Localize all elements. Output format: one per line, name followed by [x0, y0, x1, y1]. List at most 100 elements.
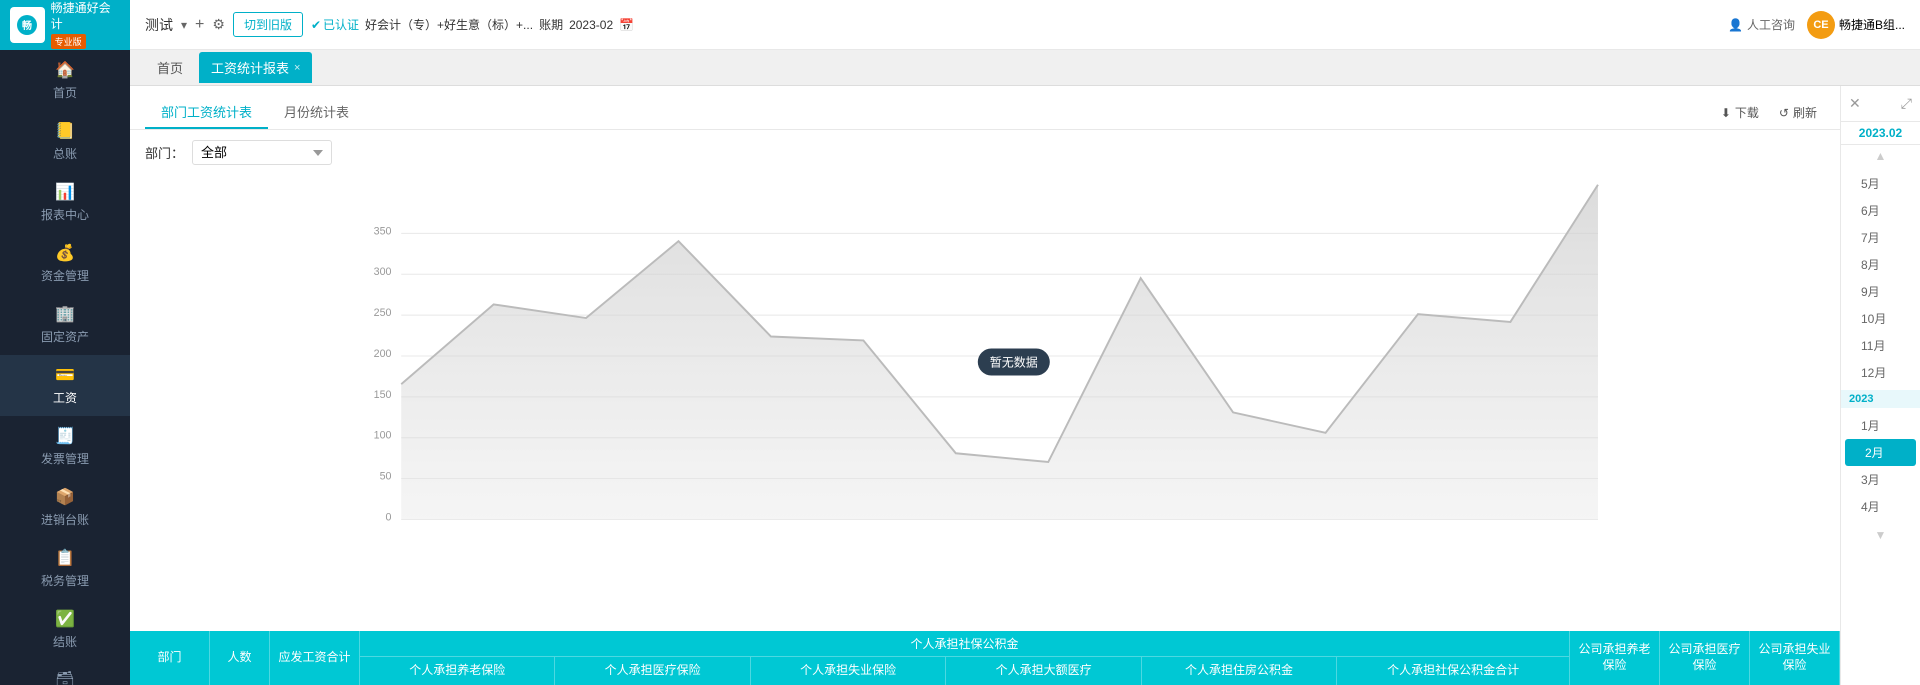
date-panel: ✕ ⤢ 2023.02 ▲ 5月 6月 7月 8月 9月 10月 11月 12月: [1840, 86, 1920, 685]
sidebar-item-assets[interactable]: 🏢 固定资产: [0, 294, 130, 355]
year-2023-section: 1月 2月 3月 4月: [1841, 408, 1920, 524]
dept-select[interactable]: 全部 行政部 技术部 销售部: [192, 140, 332, 165]
sidebar-label-reports: 报表中心: [41, 206, 89, 223]
sidebar-item-salary[interactable]: 💳 工资: [0, 355, 130, 416]
month-2022-9[interactable]: 9月: [1841, 278, 1920, 305]
company-name: 测试: [145, 15, 173, 35]
header-right: 👤 人工咨询 CE 畅捷通B组...: [1728, 11, 1905, 39]
company-dropdown[interactable]: ▾: [181, 18, 187, 32]
period-value[interactable]: 2023-02: [569, 18, 613, 32]
th-personal-pension: 个人承担养老保险: [360, 657, 555, 685]
reports-icon: 📊: [55, 182, 75, 202]
tabs-bar: 首页 工资统计报表 ×: [130, 50, 1920, 86]
sidebar-label-salary: 工资: [53, 389, 77, 406]
month-2022-8[interactable]: 8月: [1841, 251, 1920, 278]
main-content: 测试 ▾ + ⚙ 切到旧版 ✔ 已认证 好会计（专）+好生意（标）+... 账期…: [130, 0, 1920, 685]
year-2022-section: 5月 6月 7月 8月 9月 10月 11月 12月: [1841, 166, 1920, 390]
invoice-icon: 🧾: [55, 426, 75, 446]
th-personal-housing-fund: 个人承担住房公积金: [1142, 657, 1337, 685]
year-2023-label[interactable]: 2023: [1841, 390, 1920, 408]
sidebar-item-tax[interactable]: 📋 税务管理: [0, 538, 130, 599]
svg-text:50: 50: [380, 471, 392, 483]
archive-icon: 🗃: [55, 670, 75, 685]
settle-icon: ✅: [55, 609, 75, 629]
switch-old-version-button[interactable]: 切到旧版: [233, 12, 303, 37]
month-2022-5[interactable]: 5月: [1841, 170, 1920, 197]
tab-home-label: 首页: [157, 58, 183, 77]
sidebar-item-reports[interactable]: 📊 报表中心: [0, 172, 130, 233]
add-company-button[interactable]: +: [195, 16, 204, 34]
refresh-button[interactable]: ↺ 刷新: [1771, 100, 1825, 125]
th-personal-major-medical: 个人承担大额医疗: [946, 657, 1141, 685]
sub-tab-month-stats[interactable]: 月份统计表: [268, 96, 365, 129]
month-2022-10[interactable]: 10月: [1841, 305, 1920, 332]
sidebar: 畅 畅捷通好会计 专业版 🏠 首页 📒 总账 📊 报表中心 💰 资金管理 🏢 固…: [0, 0, 130, 685]
chart-tooltip: 暂无数据: [978, 349, 1050, 376]
ledger-icon: 📒: [55, 121, 75, 141]
svg-text:0: 0: [386, 511, 392, 523]
product-tags: 好会计（专）+好生意（标）+...: [365, 16, 533, 33]
date-panel-header: ✕ ⤢: [1841, 86, 1920, 122]
funds-icon: 💰: [55, 243, 75, 263]
dept-filter-label: 部门：: [145, 143, 184, 162]
sidebar-item-ledger[interactable]: 📒 总账: [0, 111, 130, 172]
month-2023-2[interactable]: 2月: [1845, 439, 1916, 466]
svg-text:100: 100: [374, 430, 392, 442]
month-2022-6[interactable]: 6月: [1841, 197, 1920, 224]
th-company-pension: 公司承担养老保险: [1570, 631, 1660, 685]
month-2023-1[interactable]: 1月: [1841, 412, 1920, 439]
month-2023-4[interactable]: 4月: [1841, 493, 1920, 520]
sidebar-item-purchase[interactable]: 📦 进销台账: [0, 477, 130, 538]
sidebar-label-assets: 固定资产: [41, 328, 89, 345]
date-scroll-down[interactable]: ▼: [1841, 524, 1920, 545]
sub-tab-dept-stats[interactable]: 部门工资统计表: [145, 96, 268, 129]
svg-text:300: 300: [374, 266, 392, 278]
table-header: 部门 人数 应发工资合计 个人承担社保公积金 个人承担养老保险: [130, 631, 1840, 685]
main-panel: 部门工资统计表 月份统计表 ⬇ 下载 ↺ 刷新 部门： 全部: [130, 86, 1840, 685]
month-2022-12[interactable]: 12月: [1841, 359, 1920, 386]
download-icon: ⬇: [1721, 106, 1731, 120]
chart-container: 0 50 100 150 200 250 300 350: [145, 175, 1825, 535]
th-count: 人数: [210, 631, 270, 685]
svg-text:150: 150: [374, 389, 392, 401]
tab-close-button[interactable]: ×: [294, 62, 300, 74]
sidebar-item-invoice[interactable]: 🧾 发票管理: [0, 416, 130, 477]
sidebar-label-purchase: 进销台账: [41, 511, 89, 528]
down-arrow-icon: ▼: [1875, 528, 1887, 542]
month-2023-3[interactable]: 3月: [1841, 466, 1920, 493]
purchase-icon: 📦: [55, 487, 75, 507]
month-2022-11[interactable]: 11月: [1841, 332, 1920, 359]
sub-tabs: 部门工资统计表 月份统计表 ⬇ 下载 ↺ 刷新: [130, 86, 1840, 130]
certified-icon: ✔: [311, 18, 321, 32]
service-icon: 👤: [1728, 18, 1743, 32]
th-salary-total: 应发工资合计: [270, 631, 360, 685]
sidebar-label-invoice: 发票管理: [41, 450, 89, 467]
user-name: 畅捷通B组...: [1839, 16, 1905, 33]
date-panel-close-button[interactable]: ✕: [1849, 95, 1861, 112]
dept-filter: 部门： 全部 行政部 技术部 销售部: [145, 140, 332, 165]
app-name: 畅捷通好会计: [51, 1, 120, 32]
date-panel-expand-button[interactable]: ⤢: [1901, 95, 1912, 112]
company-settings-button[interactable]: ⚙: [212, 16, 225, 33]
sidebar-item-settle[interactable]: ✅ 结账: [0, 599, 130, 660]
date-scroll-up[interactable]: ▲: [1841, 145, 1920, 166]
svg-text:畅: 畅: [22, 19, 32, 32]
download-button[interactable]: ⬇ 下载: [1713, 100, 1767, 125]
tab-salary-report[interactable]: 工资统计报表 ×: [199, 52, 312, 83]
assets-icon: 🏢: [55, 304, 75, 324]
th-company-medical: 公司承担医疗保险: [1660, 631, 1750, 685]
user-menu[interactable]: CE 畅捷通B组...: [1807, 11, 1905, 39]
th-personal-total: 个人承担社保公积金合计: [1337, 657, 1570, 685]
th-company-unemployment: 公司承担失业保险: [1750, 631, 1840, 685]
tab-home[interactable]: 首页: [145, 52, 195, 83]
sidebar-label-tax: 税务管理: [41, 572, 89, 589]
month-2022-7[interactable]: 7月: [1841, 224, 1920, 251]
sidebar-item-archive[interactable]: 🗃 归档管理: [0, 660, 130, 685]
period-label: 账期: [539, 16, 563, 33]
sidebar-item-funds[interactable]: 💰 资金管理: [0, 233, 130, 294]
calendar-icon[interactable]: 📅: [619, 18, 634, 32]
service-button[interactable]: 👤 人工咨询: [1728, 16, 1795, 33]
sidebar-item-home[interactable]: 🏠 首页: [0, 50, 130, 111]
app-logo: 畅 畅捷通好会计 专业版: [0, 0, 130, 50]
app-badge: 专业版: [51, 34, 86, 49]
